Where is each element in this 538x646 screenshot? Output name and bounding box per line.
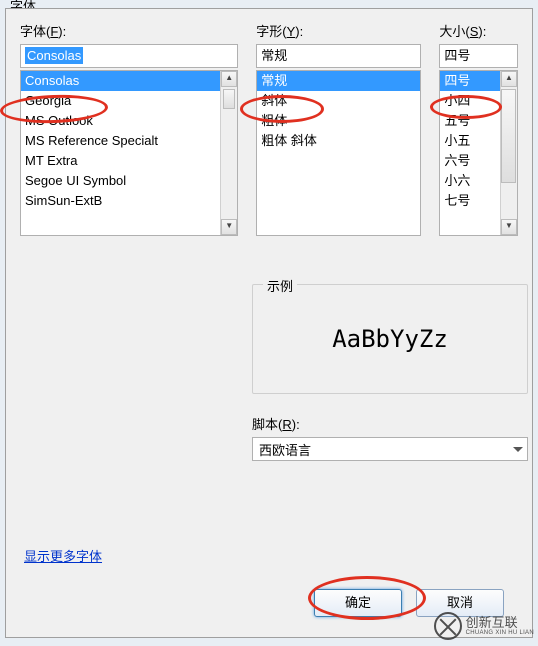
style-input-text: 常规 <box>261 48 287 63</box>
font-scrollbar[interactable]: ▲ ▼ <box>220 71 237 235</box>
list-item[interactable]: 粗体 斜体 <box>257 131 420 151</box>
scroll-thumb[interactable] <box>501 89 516 183</box>
list-item[interactable]: 七号 <box>440 191 500 211</box>
font-label: 字体(F): <box>20 21 238 40</box>
font-input[interactable]: Consolas <box>20 44 238 68</box>
sample-text: AaBbYyZz <box>253 325 527 353</box>
list-item[interactable]: 粗体 <box>257 111 420 131</box>
list-item[interactable]: SimSun-ExtB <box>21 191 220 211</box>
watermark-text: 创新互联 <box>466 616 534 630</box>
list-item[interactable]: Consolas <box>21 71 220 91</box>
sample-groupbox: 示例 AaBbYyZz <box>252 284 528 394</box>
scroll-up-icon[interactable]: ▲ <box>221 71 237 87</box>
list-item[interactable]: MS Reference Specialt <box>21 131 220 151</box>
style-input[interactable]: 常规 <box>256 44 421 68</box>
list-item[interactable]: 小六 <box>440 171 500 191</box>
list-item[interactable]: 小五 <box>440 131 500 151</box>
style-listbox[interactable]: 常规 斜体 粗体 粗体 斜体 <box>256 70 421 236</box>
list-item[interactable]: MT Extra <box>21 151 220 171</box>
script-label: 脚本(R): <box>252 414 528 433</box>
list-item[interactable]: Segoe UI Symbol <box>21 171 220 191</box>
font-listbox[interactable]: Consolas Georgia MS Outlook MS Reference… <box>20 70 238 236</box>
list-item[interactable]: MS Outlook <box>21 111 220 131</box>
size-input[interactable]: 四号 <box>439 44 518 68</box>
ok-button[interactable]: 确定 <box>314 589 402 617</box>
scroll-down-icon[interactable]: ▼ <box>501 219 517 235</box>
chevron-down-icon <box>513 447 523 452</box>
scroll-down-icon[interactable]: ▼ <box>221 219 237 235</box>
watermark-logo-icon <box>434 612 462 640</box>
list-item[interactable]: 六号 <box>440 151 500 171</box>
font-input-text: Consolas <box>25 47 83 64</box>
size-scrollbar[interactable]: ▲ ▼ <box>500 71 517 235</box>
scroll-thumb[interactable] <box>223 89 235 109</box>
size-input-text: 四号 <box>444 48 470 63</box>
list-item[interactable]: Georgia <box>21 91 220 111</box>
list-item[interactable]: 五号 <box>440 111 500 131</box>
size-label: 大小(S): <box>439 21 518 40</box>
watermark-subtext: CHUANG XIN HU LIAN <box>466 630 534 637</box>
list-item[interactable]: 小四 <box>440 91 500 111</box>
list-item[interactable]: 常规 <box>257 71 420 91</box>
watermark: 创新互联 CHUANG XIN HU LIAN <box>434 612 534 640</box>
list-item[interactable]: 四号 <box>440 71 500 91</box>
font-dialog: 字体(F): Consolas Consolas Georgia MS Outl… <box>5 8 533 638</box>
list-item[interactable]: 斜体 <box>257 91 420 111</box>
scroll-up-icon[interactable]: ▲ <box>501 71 517 87</box>
more-fonts-link[interactable]: 显示更多字体 <box>24 546 102 565</box>
size-listbox[interactable]: 四号 小四 五号 小五 六号 小六 七号 ▲ ▼ <box>439 70 518 236</box>
script-value: 西欧语言 <box>259 440 311 459</box>
style-label: 字形(Y): <box>256 21 421 40</box>
sample-label: 示例 <box>263 276 297 295</box>
script-dropdown[interactable]: 西欧语言 <box>252 437 528 461</box>
